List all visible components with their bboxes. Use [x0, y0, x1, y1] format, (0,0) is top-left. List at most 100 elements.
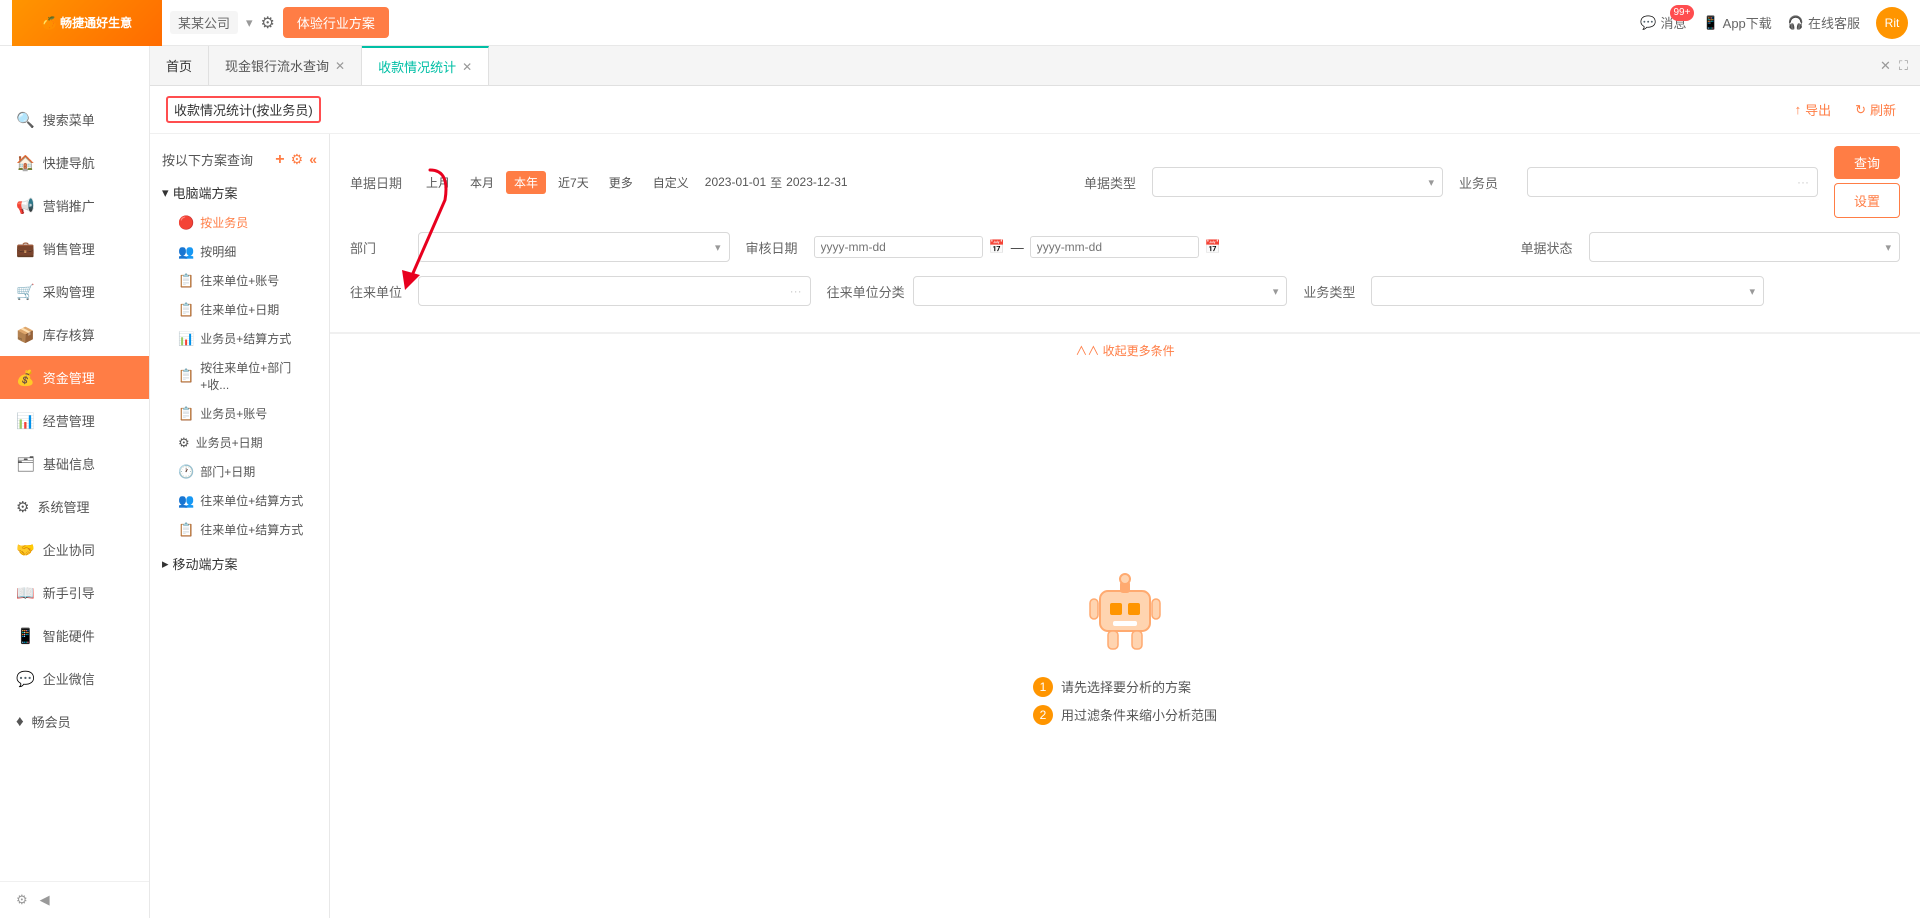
scheme-item[interactable]: 📋业务员+账号: [150, 399, 329, 428]
partner-input[interactable]: ···: [418, 276, 811, 306]
query-form: 单据日期 上月本月本年近7天更多自定义 2023-01-01 至 2023-12…: [330, 134, 1920, 333]
empty-hint-1: 1 请先选择要分析的方案: [1033, 677, 1217, 697]
voucher-type-input[interactable]: ▾: [1152, 167, 1443, 197]
sidebar-item-搜索菜单[interactable]: 🔍搜索菜单: [0, 98, 149, 141]
tab-maximize-icon[interactable]: ⛶: [1899, 58, 1908, 74]
scheme-group-title[interactable]: ▸移动端方案: [150, 548, 329, 579]
tab-collection[interactable]: 收款情况统计 ✕: [362, 46, 489, 85]
scheme-item[interactable]: 👥 按明细: [150, 237, 329, 266]
scheme-item[interactable]: 📋往来单位+结算方式: [150, 515, 329, 544]
bank-flow-close-icon[interactable]: ✕: [335, 59, 345, 73]
set-button[interactable]: 设置: [1834, 183, 1900, 218]
sidebar-item-label: 快捷导航: [43, 153, 95, 172]
sidebar-icon: ♦: [16, 713, 24, 730]
sidebar-collapse-icon[interactable]: ◀︎: [40, 892, 50, 908]
date-start-value: 2023-01-01: [705, 175, 766, 189]
review-date-start-input[interactable]: [814, 236, 983, 258]
query-button[interactable]: 查询: [1834, 146, 1900, 179]
sidebar-item-label: 企业协同: [43, 540, 95, 559]
sidebar-icon: 💼: [16, 240, 35, 258]
tab-bank-flow[interactable]: 现金银行流水查询 ✕: [209, 46, 362, 85]
partner-category-field: 往来单位分类 ▾: [827, 276, 1288, 306]
review-date-cal-icon-1[interactable]: 📅: [989, 239, 1005, 255]
scheme-item[interactable]: 🕐部门+日期: [150, 457, 329, 486]
scheme-item-icon: 👥: [178, 244, 194, 260]
empty-hint-2: 2 用过滤条件来缩小分析范围: [1033, 705, 1217, 725]
scheme-item[interactable]: 👥往来单位+结算方式: [150, 486, 329, 515]
scheme-item[interactable]: 🔴按业务员: [150, 208, 329, 237]
sidebar-item-label: 智能硬件: [43, 626, 95, 645]
avatar[interactable]: Rit: [1876, 7, 1908, 39]
sidebar-item-畅会员[interactable]: ♦畅会员: [0, 700, 149, 743]
online-service-btn[interactable]: 🎧 在线客服: [1788, 13, 1860, 32]
sidebar-item-新手引导[interactable]: 📖新手引导: [0, 571, 149, 614]
settings-icon[interactable]: ⚙: [261, 13, 275, 33]
sidebar-item-label: 采购管理: [43, 282, 95, 301]
form-row-2: 部门 ▾ 审核日期 📅 —: [350, 232, 1900, 262]
date-tab-本年[interactable]: 本年: [506, 171, 546, 194]
tab-home[interactable]: 首页: [150, 46, 209, 85]
voucher-type-chevron-icon: ▾: [1428, 176, 1434, 189]
sidebar-item-基础信息[interactable]: 🗂基础信息: [0, 442, 149, 485]
scheme-item[interactable]: 📋往来单位+日期: [150, 295, 329, 324]
scheme-item-label: 业务员+结算方式: [200, 330, 291, 347]
scheme-group-label: 电脑端方案: [173, 183, 238, 202]
scheme-group-title[interactable]: ▾电脑端方案: [150, 177, 329, 208]
date-tab-近7天[interactable]: 近7天: [550, 171, 597, 194]
scheme-item-label: 按业务员: [200, 214, 248, 231]
scheme-item[interactable]: 📋按往来单位+部门+收...: [150, 353, 329, 399]
scheme-item[interactable]: 📋往来单位+账号: [150, 266, 329, 295]
scheme-panel-title: 按以下方案查询: [162, 150, 253, 169]
scheme-item-label: 按明细: [200, 243, 236, 260]
top-bar: 🍊 畅捷通好生意 某某公司 ▾ ⚙ 体验行业方案 💬 消息 99+ 📱 App下…: [0, 0, 1920, 46]
sidebar-item-企业微信[interactable]: 💬企业微信: [0, 657, 149, 700]
scheme-group: ▾电脑端方案🔴按业务员👥按明细📋往来单位+账号📋往来单位+日期📊业务员+结算方式…: [150, 177, 329, 544]
collapse-bar[interactable]: ∧∧ 收起更多条件: [330, 333, 1920, 367]
home-tab-label: 首页: [166, 56, 192, 75]
review-date-cal-icon-2[interactable]: 📅: [1205, 239, 1221, 255]
tab-close-all-icon[interactable]: ✕: [1880, 58, 1891, 74]
date-tab-本月[interactable]: 本月: [462, 171, 502, 194]
sidebar-settings-icon[interactable]: ⚙: [16, 892, 28, 908]
refresh-btn[interactable]: ↻ 刷新: [1847, 96, 1904, 123]
collection-close-icon[interactable]: ✕: [462, 60, 472, 74]
sidebar-item-销售管理[interactable]: 💼销售管理: [0, 227, 149, 270]
scheme-item[interactable]: ⚙业务员+日期: [150, 428, 329, 457]
sidebar-item-营销推广[interactable]: 📢营销推广: [0, 184, 149, 227]
scheme-item[interactable]: 📊业务员+结算方式: [150, 324, 329, 353]
salesman-field: 业务员 ···: [1459, 167, 1818, 197]
partner-category-input[interactable]: ▾: [913, 276, 1288, 306]
date-tab-上月[interactable]: 上月: [418, 171, 458, 194]
sidebar-icon: 📖: [16, 584, 35, 602]
date-tab-更多[interactable]: 更多: [601, 171, 641, 194]
salesman-input[interactable]: ···: [1527, 167, 1818, 197]
scheme-settings-icon[interactable]: ⚙: [291, 151, 304, 169]
scheme-add-icon[interactable]: +: [275, 151, 284, 169]
app-download-btn[interactable]: 📱 App下载: [1702, 13, 1771, 32]
date-tab-自定义[interactable]: 自定义: [645, 171, 697, 194]
hint-num-1: 1: [1033, 677, 1053, 697]
scheme-item-label: 往来单位+日期: [200, 301, 279, 318]
messages-btn[interactable]: 💬 消息 99+: [1640, 13, 1686, 32]
sidebar-item-经营管理[interactable]: 📊经营管理: [0, 399, 149, 442]
sidebar-item-库存核算[interactable]: 📦库存核算: [0, 313, 149, 356]
sidebar-item-快捷导航[interactable]: 🏠快捷导航: [0, 141, 149, 184]
sidebar-item-采购管理[interactable]: 🛒采购管理: [0, 270, 149, 313]
scheme-collapse-icon[interactable]: «: [309, 151, 317, 169]
voucher-status-input[interactable]: ▾: [1589, 232, 1901, 262]
biz-type-input[interactable]: ▾: [1371, 276, 1764, 306]
review-date-end-input[interactable]: [1030, 236, 1199, 258]
empty-robot-icon: [1075, 561, 1175, 661]
sidebar-item-label: 企业微信: [43, 669, 95, 688]
sidebar-item-企业协同[interactable]: 🤝企业协同: [0, 528, 149, 571]
sidebar-item-智能硬件[interactable]: 📱智能硬件: [0, 614, 149, 657]
sidebar-icon: 🗂: [16, 455, 35, 473]
scheme-item-icon: 📋: [178, 368, 194, 384]
company-dropdown-icon[interactable]: ▾: [246, 15, 253, 31]
trial-btn[interactable]: 体验行业方案: [283, 7, 389, 38]
sidebar-item-资金管理[interactable]: 💰资金管理: [0, 356, 149, 399]
sidebar-item-系统管理[interactable]: ⚙系统管理: [0, 485, 149, 528]
sidebar-icon: ⚙: [16, 498, 29, 516]
export-btn[interactable]: ↑ 导出: [1787, 96, 1840, 123]
dept-input[interactable]: ▾: [418, 232, 730, 262]
